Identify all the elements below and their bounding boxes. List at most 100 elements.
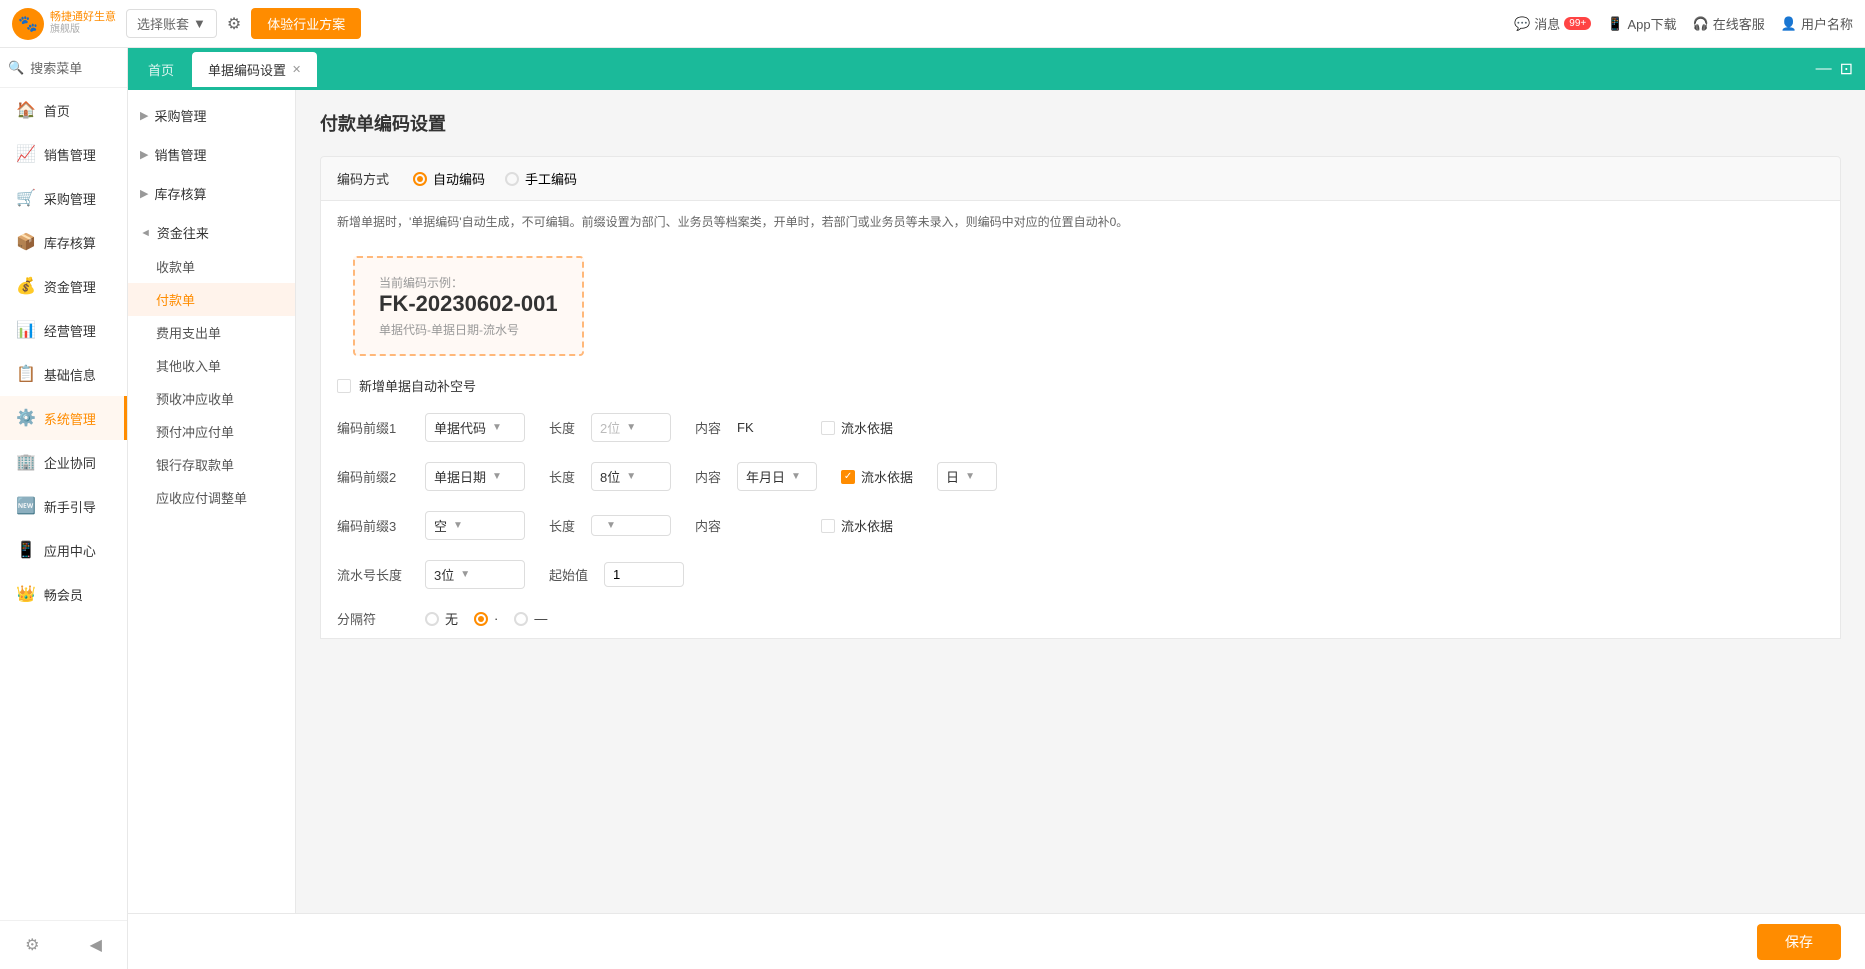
tab-encoding[interactable]: 单据编码设置 ✕ xyxy=(192,52,317,87)
preview-label: 当前编码示例： xyxy=(379,274,558,291)
config-row-3: 编码前缀3 空 ▼ 长度 ▼ 内容 xyxy=(320,501,1841,550)
content3-label: 内容 xyxy=(695,516,721,535)
content2-label: 内容 xyxy=(695,467,721,486)
topbar: 🐾 畅捷通好生意 旗舰版 选择账套 ▼ ⚙ 体验行业方案 💬 消息 99+ 📱 … xyxy=(0,0,1865,48)
subnav-group-purchase: ▶ 采购管理 xyxy=(128,98,295,133)
save-button[interactable]: 保存 xyxy=(1757,924,1841,960)
serial1-checkbox[interactable] xyxy=(821,421,835,435)
length3-label: 长度 xyxy=(549,516,575,535)
system-icon: ⚙️ xyxy=(16,408,36,428)
avatar: 👤 xyxy=(1781,16,1797,32)
config-row-2: 编码前缀2 单据日期 ▼ 长度 8位 ▼ 内容 年月日 xyxy=(320,452,1841,501)
operations-icon: 📊 xyxy=(16,320,36,340)
subnav-child-ar-ap-adjust[interactable]: 应收应付调整单 xyxy=(128,481,295,514)
serial-length-select[interactable]: 3位 ▼ xyxy=(425,560,525,589)
subnav-child-bank-deposit[interactable]: 银行存取款单 xyxy=(128,448,295,481)
auto-radio[interactable]: 自动编码 xyxy=(413,169,485,188)
trial-button[interactable]: 体验行业方案 xyxy=(251,8,361,39)
logo-icon: 🐾 xyxy=(12,8,44,40)
chevron-down-icon: ▼ xyxy=(492,471,502,482)
config-row-1: 编码前缀1 单据代码 ▼ 长度 2位 ▼ 内容 FK xyxy=(320,403,1841,452)
prefix2-label: 编码前缀2 xyxy=(337,467,409,486)
serial-config-row: 流水号长度 3位 ▼ 起始值 xyxy=(320,550,1841,599)
subnav-child-other-income[interactable]: 其他收入单 xyxy=(128,349,295,382)
manual-radio-circle xyxy=(505,172,519,186)
app-download-button[interactable]: 📱 App下载 xyxy=(1607,14,1676,33)
content2-select[interactable]: 年月日 ▼ xyxy=(737,462,817,491)
subnav-group-sales: ▶ 销售管理 xyxy=(128,137,295,172)
inventory-icon: 📦 xyxy=(16,232,36,252)
sidebar-item-basic[interactable]: 📋 基础信息 xyxy=(0,352,127,396)
length2-label: 长度 xyxy=(549,467,575,486)
sidebar-item-apps[interactable]: 📱 应用中心 xyxy=(0,528,127,572)
auto-fill-row: 新增单据自动补空号 xyxy=(320,368,1841,403)
serial2-checkbox[interactable]: ✓ xyxy=(841,470,855,484)
auto-radio-circle xyxy=(413,172,427,186)
length2-select[interactable]: 8位 ▼ xyxy=(591,462,671,491)
user-menu[interactable]: 👤 用户名称 xyxy=(1781,14,1853,33)
subnav-title-inventory[interactable]: ▶ 库存核算 xyxy=(128,176,295,211)
subnav-child-receipt[interactable]: 收款单 xyxy=(128,250,295,283)
preview-desc: 单据代码-单据日期-流水号 xyxy=(379,321,558,338)
sidebar-item-enterprise[interactable]: 🏢 企业协同 xyxy=(0,440,127,484)
start-value-label: 起始值 xyxy=(549,565,588,584)
manual-radio[interactable]: 手工编码 xyxy=(505,169,577,188)
maximize-icon[interactable]: ⊡ xyxy=(1840,59,1853,79)
prefix3-label: 编码前缀3 xyxy=(337,516,409,535)
collapse-icon[interactable]: ◀ xyxy=(84,929,108,961)
message-button[interactable]: 💬 消息 99+ xyxy=(1514,14,1591,33)
subnav-child-payment[interactable]: 付款单 xyxy=(128,283,295,316)
bottom-bar: 保存 xyxy=(128,913,1865,969)
encoding-method-row: 编码方式 自动编码 手工编码 xyxy=(320,156,1841,201)
preview-code: FK-20230602-001 xyxy=(379,291,558,317)
sidebar-item-home[interactable]: 🏠 首页 xyxy=(0,88,127,132)
tab-close-icon[interactable]: ✕ xyxy=(292,63,301,76)
subnav-child-prepay-recv[interactable]: 预收冲应收单 xyxy=(128,382,295,415)
purchase-icon: 🛒 xyxy=(16,188,36,208)
sidebar-item-operations[interactable]: 📊 经营管理 xyxy=(0,308,127,352)
arrow-icon: ▶ xyxy=(140,187,148,200)
member-icon: 👑 xyxy=(16,584,36,604)
subnav-title-sales[interactable]: ▶ 销售管理 xyxy=(128,137,295,172)
settings-bottom-icon[interactable]: ⚙ xyxy=(19,929,45,961)
minimize-icon[interactable]: — xyxy=(1816,60,1832,78)
online-service-button[interactable]: 🎧 在线客服 xyxy=(1693,14,1765,33)
home-icon: 🏠 xyxy=(16,100,36,120)
sidebar-item-purchase[interactable]: 🛒 采购管理 xyxy=(0,176,127,220)
logo-text: 畅捷通好生意 旗舰版 xyxy=(50,11,116,36)
subnav-title-purchase[interactable]: ▶ 采购管理 xyxy=(128,98,295,133)
separator-label: 分隔符 xyxy=(337,609,409,628)
prefix3-select[interactable]: 空 ▼ xyxy=(425,511,525,540)
sidebar-item-sales[interactable]: 📈 销售管理 xyxy=(0,132,127,176)
sidebar-item-finance[interactable]: 💰 资金管理 xyxy=(0,264,127,308)
tabbar-actions: — ⊡ xyxy=(1816,59,1861,79)
start-value-input[interactable] xyxy=(604,562,684,587)
auto-fill-checkbox[interactable] xyxy=(337,379,351,393)
subnav-title-capital[interactable]: ▼ 资金往来 xyxy=(128,215,295,250)
subnav-child-prepay-pay[interactable]: 预付冲应付单 xyxy=(128,415,295,448)
subnav-child-expense[interactable]: 费用支出单 xyxy=(128,316,295,349)
subnav-group-capital: ▼ 资金往来 收款单 付款单 费用支出单 其他收入单 xyxy=(128,215,295,514)
tab-home[interactable]: 首页 xyxy=(132,52,190,87)
sep-none[interactable]: 无 xyxy=(425,609,458,628)
length1-select[interactable]: 2位 ▼ xyxy=(591,413,671,442)
sep-dot[interactable]: · xyxy=(474,611,498,626)
period2-select[interactable]: 日 ▼ xyxy=(937,462,997,491)
sep-dash[interactable]: — xyxy=(514,611,547,626)
length3-select[interactable]: ▼ xyxy=(591,515,671,536)
sidebar-item-system[interactable]: ⚙️ 系统管理 xyxy=(0,396,127,440)
sidebar-item-guide[interactable]: 🆕 新手引导 xyxy=(0,484,127,528)
serial2-checkbox-group: ✓ 流水依据 xyxy=(841,467,913,486)
prefix1-select[interactable]: 单据代码 ▼ xyxy=(425,413,525,442)
sidebar-item-member[interactable]: 👑 畅会员 xyxy=(0,572,127,616)
chevron-down-icon: ▼ xyxy=(791,471,801,482)
prefix2-select[interactable]: 单据日期 ▼ xyxy=(425,462,525,491)
account-dropdown[interactable]: 选择账套 ▼ xyxy=(126,9,217,38)
subnav: ▶ 采购管理 ▶ 销售管理 ▶ 库存核算 xyxy=(128,90,296,913)
chevron-down-icon: ▼ xyxy=(453,520,463,531)
serial3-checkbox[interactable] xyxy=(821,519,835,533)
settings-icon[interactable]: ⚙ xyxy=(227,14,241,34)
message-badge: 99+ xyxy=(1564,17,1591,30)
search-menu[interactable]: 🔍 搜索菜单 xyxy=(0,48,127,88)
sidebar-item-inventory[interactable]: 📦 库存核算 xyxy=(0,220,127,264)
